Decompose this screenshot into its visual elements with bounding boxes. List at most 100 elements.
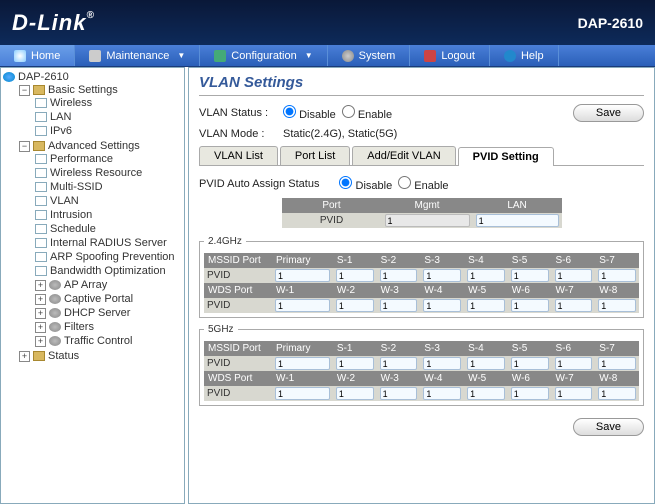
tree-lan[interactable]: LAN: [35, 111, 182, 123]
menu-home[interactable]: Home: [0, 45, 75, 66]
pvid-24-mssid-6[interactable]: [555, 269, 593, 282]
doc-icon: [35, 182, 47, 192]
menu-help[interactable]: Help: [490, 45, 559, 66]
vlan-status-enable[interactable]: Enable: [342, 105, 392, 121]
pvid-24-wds-6[interactable]: [555, 299, 593, 312]
globe-icon: [3, 72, 15, 82]
pvid-5-wds-7[interactable]: [598, 387, 636, 400]
tree-filters[interactable]: +Filters: [35, 321, 182, 333]
tree-wireless-resource[interactable]: Wireless Resource: [35, 167, 182, 179]
tab-bar: VLAN List Port List Add/Edit VLAN PVID S…: [199, 146, 644, 166]
pvid-24-mssid-2[interactable]: [380, 269, 418, 282]
doc-icon: [35, 266, 47, 276]
pvid-24-wds-4[interactable]: [467, 299, 505, 312]
pvid-5-mssid-4[interactable]: [467, 357, 505, 370]
pvid-5-mssid-0[interactable]: [275, 357, 330, 370]
tree-ipv6[interactable]: IPv6: [35, 125, 182, 137]
tree-performance[interactable]: Performance: [35, 153, 182, 165]
pvid-5-wds-0[interactable]: [275, 387, 330, 400]
tree-schedule[interactable]: Schedule: [35, 223, 182, 235]
expand-icon[interactable]: +: [35, 322, 46, 333]
band-5-fieldset: 5GHz MSSID PortPrimaryS-1S-2S-3S-4S-5S-6…: [199, 324, 644, 406]
tab-add-edit-vlan[interactable]: Add/Edit VLAN: [352, 146, 455, 165]
tree-ap-array[interactable]: +AP Array: [35, 279, 182, 291]
pvid-5-mssid-6[interactable]: [555, 357, 593, 370]
pvid-24-wds-3[interactable]: [423, 299, 461, 312]
folder-icon: [33, 85, 45, 95]
expand-icon[interactable]: +: [35, 294, 46, 305]
tree-captive-portal[interactable]: +Captive Portal: [35, 293, 182, 305]
pvid-24-mssid-3[interactable]: [423, 269, 461, 282]
pvid-24-mssid-4[interactable]: [467, 269, 505, 282]
pvid-5-wds-6[interactable]: [555, 387, 593, 400]
tree-traffic-control[interactable]: +Traffic Control: [35, 335, 182, 347]
menu-system[interactable]: System: [328, 45, 411, 66]
tab-port-list[interactable]: Port List: [280, 146, 350, 165]
collapse-icon[interactable]: −: [19, 85, 30, 96]
help-icon: [504, 50, 516, 62]
pvid-lan-input[interactable]: [476, 214, 559, 227]
tree-bandwidth[interactable]: Bandwidth Optimization: [35, 265, 182, 277]
chevron-down-icon: ▼: [305, 51, 313, 60]
tree-dhcp-server[interactable]: +DHCP Server: [35, 307, 182, 319]
tree-basic-settings[interactable]: −Basic Settings: [19, 84, 182, 96]
content-panel: VLAN Settings VLAN Status : Disable Enab…: [188, 67, 655, 504]
brand-logo: D-Link®: [12, 10, 95, 36]
menu-configuration[interactable]: Configuration▼: [200, 45, 327, 66]
band-24-fieldset: 2.4GHz MSSID PortPrimaryS-1S-2S-3S-4S-5S…: [199, 236, 644, 318]
doc-icon: [35, 154, 47, 164]
pvid-auto-enable[interactable]: Enable: [398, 176, 448, 192]
gear-icon: [49, 322, 61, 332]
folder-icon: [33, 351, 45, 361]
pvid-24-wds-1[interactable]: [336, 299, 374, 312]
save-button-top[interactable]: Save: [573, 104, 644, 122]
save-button-bottom[interactable]: Save: [573, 418, 644, 436]
tree-intrusion[interactable]: Intrusion: [35, 209, 182, 221]
collapse-icon[interactable]: −: [19, 141, 30, 152]
pvid-24-mssid-0[interactable]: [275, 269, 330, 282]
disk-icon: [214, 50, 226, 62]
tree-advanced-settings[interactable]: −Advanced Settings: [19, 140, 182, 152]
home-icon: [14, 50, 26, 62]
vlan-status-disable[interactable]: Disable: [283, 105, 336, 121]
pvid-24-mssid-5[interactable]: [511, 269, 549, 282]
pvid-5-mssid-2[interactable]: [380, 357, 418, 370]
menubar: Home Maintenance▼ Configuration▼ System …: [0, 45, 655, 67]
pvid-24-mssid-7[interactable]: [598, 269, 636, 282]
expand-icon[interactable]: +: [35, 336, 46, 347]
pvid-5-wds-4[interactable]: [467, 387, 505, 400]
pvid-5-wds-5[interactable]: [511, 387, 549, 400]
pvid-5-wds-2[interactable]: [380, 387, 418, 400]
tree-vlan[interactable]: VLAN: [35, 195, 182, 207]
doc-icon: [35, 168, 47, 178]
tree-status[interactable]: +Status: [19, 350, 182, 362]
doc-icon: [35, 210, 47, 220]
expand-icon[interactable]: +: [35, 308, 46, 319]
tree-multi-ssid[interactable]: Multi-SSID: [35, 181, 182, 193]
pvid-24-wds-5[interactable]: [511, 299, 549, 312]
menu-logout[interactable]: Logout: [410, 45, 490, 66]
pvid-24-wds-7[interactable]: [598, 299, 636, 312]
pvid-5-mssid-3[interactable]: [423, 357, 461, 370]
pvid-auto-disable[interactable]: Disable: [339, 176, 392, 192]
pvid-24-mssid-1[interactable]: [336, 269, 374, 282]
pvid-5-mssid-7[interactable]: [598, 357, 636, 370]
pvid-mgmt-input[interactable]: [385, 214, 470, 227]
tree-radius[interactable]: Internal RADIUS Server: [35, 237, 182, 249]
tree-root[interactable]: DAP-2610: [3, 71, 182, 83]
pvid-24-wds-0[interactable]: [275, 299, 330, 312]
pvid-5-mssid-5[interactable]: [511, 357, 549, 370]
doc-icon: [35, 252, 47, 262]
pvid-5-mssid-1[interactable]: [336, 357, 374, 370]
menu-maintenance[interactable]: Maintenance▼: [75, 45, 200, 66]
tab-pvid-setting[interactable]: PVID Setting: [458, 147, 554, 166]
pvid-5-wds-3[interactable]: [423, 387, 461, 400]
tab-vlan-list[interactable]: VLAN List: [199, 146, 278, 165]
tree-arp[interactable]: ARP Spoofing Prevention: [35, 251, 182, 263]
expand-icon[interactable]: +: [19, 351, 30, 362]
logout-icon: [424, 50, 436, 62]
tree-wireless[interactable]: Wireless: [35, 97, 182, 109]
expand-icon[interactable]: +: [35, 280, 46, 291]
pvid-5-wds-1[interactable]: [336, 387, 374, 400]
pvid-24-wds-2[interactable]: [380, 299, 418, 312]
